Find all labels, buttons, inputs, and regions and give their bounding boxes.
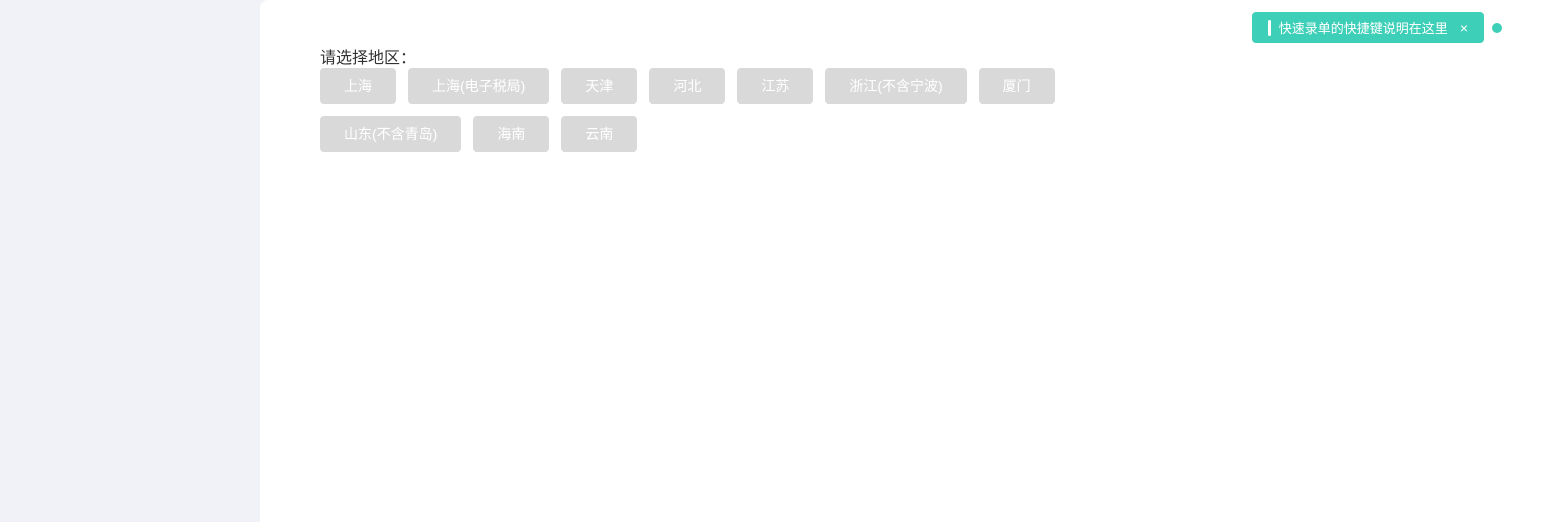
- region-btn-hebei[interactable]: 河北: [649, 68, 725, 104]
- tooltip-dot-icon: [1492, 23, 1502, 33]
- tooltip-text: 快速录单的快捷键说明在这里: [1279, 18, 1448, 37]
- region-btn-yunnan[interactable]: 云南: [561, 116, 637, 152]
- region-btn-shanghai[interactable]: 上海: [320, 68, 396, 104]
- tooltip-bar-icon: [1268, 20, 1271, 36]
- region-buttons-container: 上海上海(电子税局) 天津河北江苏浙江(不含宁波) 厦门山东(不含青岛) 海南云南: [320, 68, 1420, 152]
- region-btn-shandong[interactable]: 山东(不含青岛): [320, 116, 461, 152]
- tooltip-close-icon[interactable]: ×: [1460, 20, 1468, 36]
- region-btn-zhejiang[interactable]: 浙江(不含宁波): [825, 68, 966, 104]
- region-btn-jiangsu[interactable]: 江苏: [737, 68, 813, 104]
- region-label: 请选择地区：: [320, 44, 416, 68]
- tooltip-container: 快速录单的快捷键说明在这里 ×: [1252, 12, 1502, 43]
- region-btn-hainan[interactable]: 海南: [473, 116, 549, 152]
- sidebar: [0, 0, 260, 522]
- region-btn-tianjin[interactable]: 天津: [561, 68, 637, 104]
- region-btn-shanghai-etax[interactable]: 上海(电子税局): [408, 68, 549, 104]
- main-content: 快速录单的快捷键说明在这里 × 请选择地区： 上海上海(电子税局) 天津河北江苏浙…: [260, 0, 1562, 522]
- tooltip-badge: 快速录单的快捷键说明在这里 ×: [1252, 12, 1484, 43]
- region-btn-xiamen[interactable]: 厦门: [979, 68, 1055, 104]
